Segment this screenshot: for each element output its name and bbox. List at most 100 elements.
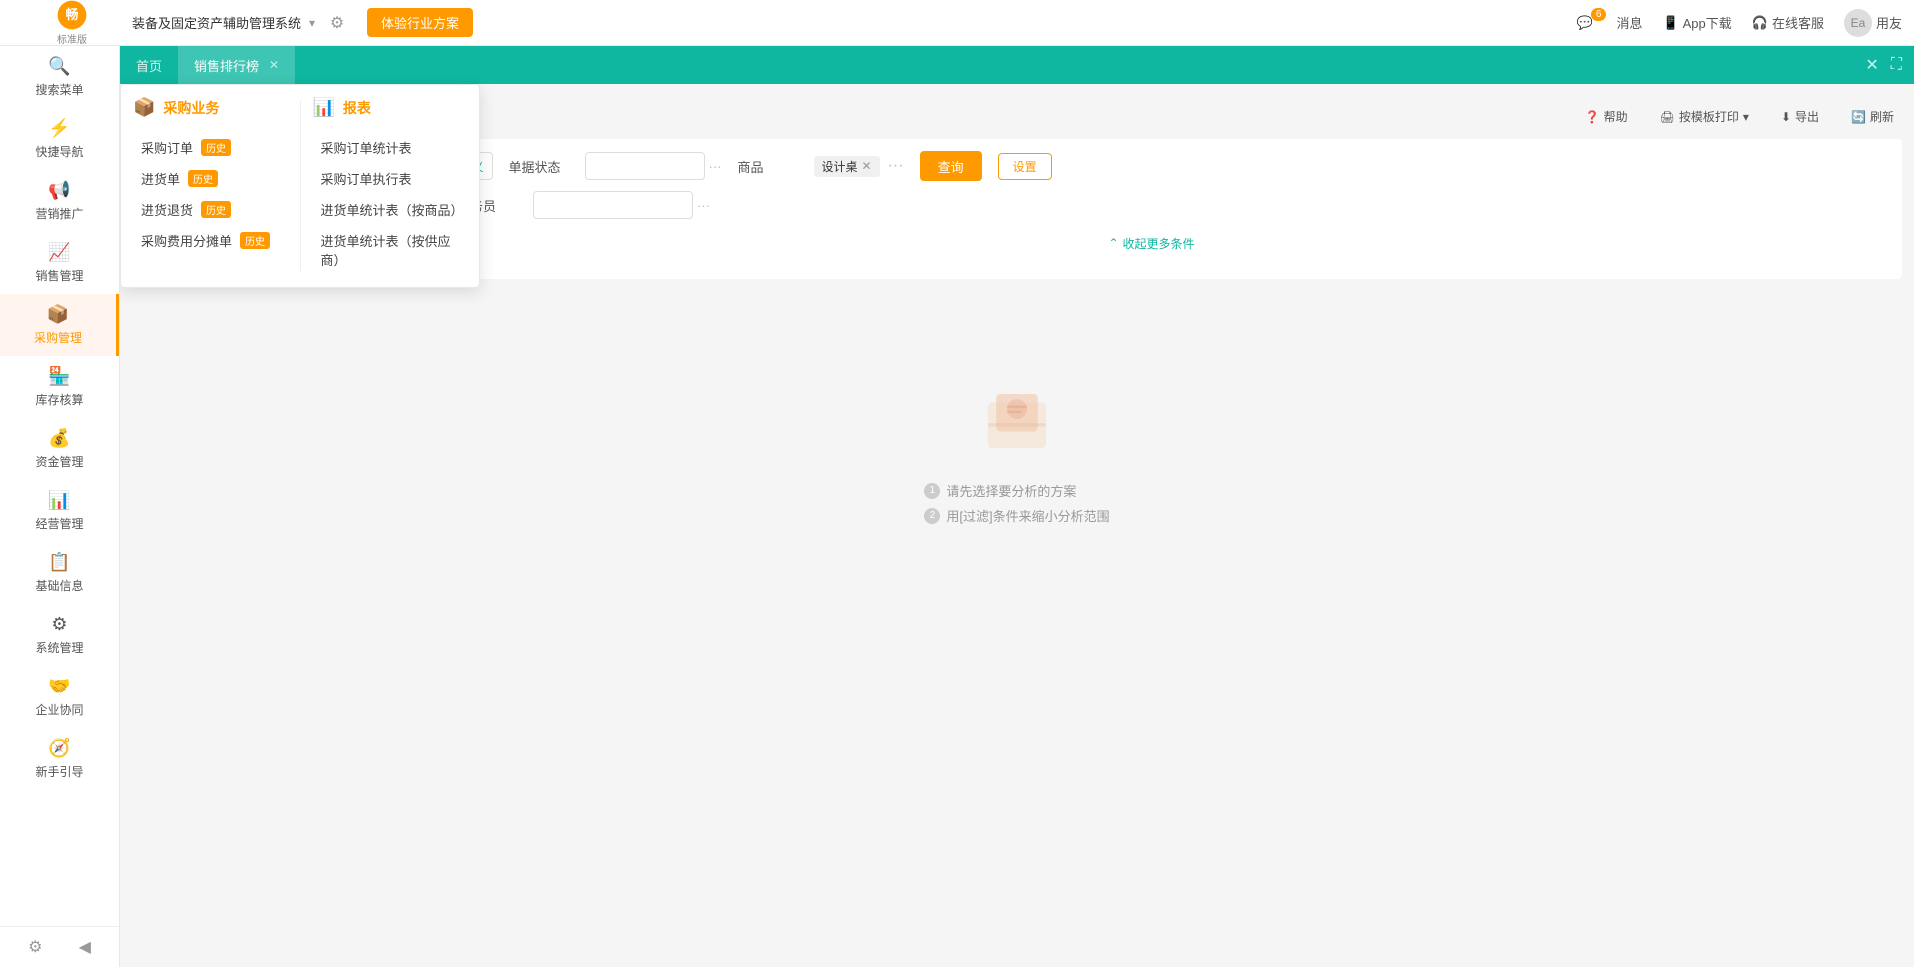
logo-label: 标准版 xyxy=(57,31,87,46)
goods-filter-tag: 设计桌 ✕ xyxy=(814,156,880,177)
settings-bottom-icon[interactable]: ⚙ xyxy=(28,937,42,957)
package-icon: 📦 xyxy=(47,304,69,325)
query-button[interactable]: 查询 xyxy=(920,151,982,181)
history-badge: 历史 xyxy=(201,201,231,218)
phone-icon: 📱 xyxy=(1662,15,1678,31)
online-service-button[interactable]: 🎧 在线客服 xyxy=(1752,13,1824,32)
handshake-icon: 🤝 xyxy=(48,676,70,697)
print-button[interactable]: 🖨 按模板打印 ▾ xyxy=(1652,104,1757,129)
sidebar-item-capital[interactable]: 💰 资金管理 xyxy=(0,418,119,480)
compass-icon: 🧭 xyxy=(48,738,70,759)
sidebar-item-guide[interactable]: 🧭 新手引导 xyxy=(0,728,119,790)
empty-state-icon xyxy=(967,369,1067,469)
message-icon: 💬 xyxy=(1577,15,1593,31)
sidebar-item-label: 搜索菜单 xyxy=(35,81,83,98)
tab-home-label: 首页 xyxy=(136,56,162,75)
dropdown-item-order-execution[interactable]: 采购订单执行表 xyxy=(313,163,468,194)
sidebar-item-label: 资金管理 xyxy=(35,453,83,470)
dropdown-item-label: 采购订单统计表 xyxy=(321,138,412,157)
salesperson-input[interactable] xyxy=(533,191,693,219)
purchase-section-icon: 📦 xyxy=(133,97,155,118)
tab-sales-ranking[interactable]: 销售排行榜 ✕ xyxy=(178,46,295,84)
search-icon: 🔍 xyxy=(48,56,70,77)
export-button[interactable]: ⬇ 导出 xyxy=(1773,104,1827,129)
sidebar-item-label: 快捷导航 xyxy=(35,143,83,160)
chevron-down-icon[interactable]: ▾ xyxy=(309,16,315,30)
print-chevron-icon: ▾ xyxy=(1743,110,1749,124)
purchase-dropdown-menu: 📦 采购业务 采购订单 历史 进货单 历史 进货退货 历史 xyxy=(120,84,480,288)
logo-icon: 畅 xyxy=(56,0,88,31)
gear-icon: ⚙ xyxy=(51,614,67,635)
avatar: Ea xyxy=(1844,9,1872,37)
sidebar-item-enterprise[interactable]: 🤝 企业协同 xyxy=(0,666,119,728)
user-button[interactable]: Ea 用友 xyxy=(1844,9,1902,37)
tab-expand-icon[interactable]: ⛶ xyxy=(1891,56,1902,74)
print-icon: 🖨 xyxy=(1660,110,1675,124)
empty-hint-1: 1 请先选择要分析的方案 xyxy=(924,481,1076,500)
sidebar-item-label: 基础信息 xyxy=(35,577,83,594)
tab-home[interactable]: 首页 xyxy=(120,46,178,84)
svg-text:畅: 畅 xyxy=(66,7,79,22)
goods-filter-wrapper: 设计桌 ✕ ··· xyxy=(814,156,904,177)
dropdown-item-purchase-expense[interactable]: 采购费用分摊单 历史 xyxy=(133,225,288,256)
dropdown-item-label: 进货单统计表（按供应商） xyxy=(321,231,460,269)
sidebar-item-quick-nav[interactable]: ⚡ 快捷导航 xyxy=(0,108,119,170)
goods-filter-label: 商品 xyxy=(738,157,798,176)
empty-hint-2: 2 用[过滤]条件来缩小分析范围 xyxy=(924,506,1109,525)
settings-gear-icon[interactable]: ⚙ xyxy=(323,9,351,37)
sidebar-item-basic-info[interactable]: 📋 基础信息 xyxy=(0,542,119,604)
dropdown-item-receipt-by-goods[interactable]: 进货单统计表（按商品） xyxy=(313,194,468,225)
dropdown-col-purchase: 📦 采购业务 采购订单 历史 进货单 历史 进货退货 历史 xyxy=(121,97,300,275)
dropdown-title-purchase: 📦 采购业务 xyxy=(133,97,288,124)
app-download-button[interactable]: 📱 App下载 xyxy=(1662,13,1731,32)
status-dots: ··· xyxy=(709,159,722,174)
dropdown-item-order-stats[interactable]: 采购订单统计表 xyxy=(313,132,468,163)
dropdown-item-label: 采购费用分摊单 xyxy=(141,231,232,250)
collapse-filter-button[interactable]: ⌃ 收起更多条件 xyxy=(1108,235,1194,252)
sidebar-item-label: 系统管理 xyxy=(35,639,83,656)
sidebar-item-marketing[interactable]: 📢 营销推广 xyxy=(0,170,119,232)
headset-icon: 🎧 xyxy=(1752,15,1768,31)
history-badge: 历史 xyxy=(201,139,231,156)
sidebar-item-search-menu[interactable]: 🔍 搜索菜单 xyxy=(0,46,119,108)
help-icon: ❓ xyxy=(1585,110,1600,124)
hint-num-1: 1 xyxy=(924,483,940,499)
main-layout: 🔍 搜索菜单 ⚡ 快捷导航 📢 营销推广 📈 销售管理 📦 采购管理 🏪 xyxy=(0,46,1914,967)
dropdown-item-label: 进货单统计表（按商品） xyxy=(321,200,460,219)
message-button[interactable]: 💬 6 消息 xyxy=(1577,13,1643,32)
sidebar-item-label: 营销推广 xyxy=(35,205,83,222)
clipboard-icon: 📋 xyxy=(48,552,70,573)
sidebar-nav: 🔍 搜索菜单 ⚡ 快捷导航 📢 营销推广 📈 销售管理 📦 采购管理 🏪 xyxy=(0,46,119,926)
dropdown-col-reports: 📊 报表 采购订单统计表 采购订单执行表 进货单统计表（按商品） 进货单统计表（… xyxy=(301,97,480,275)
help-button[interactable]: ❓ 帮助 xyxy=(1577,104,1636,129)
status-select[interactable] xyxy=(585,152,705,180)
tab-close-icon[interactable]: ✕ xyxy=(269,58,279,72)
dropdown-item-receipt-by-supplier[interactable]: 进货单统计表（按供应商） xyxy=(313,225,468,275)
system-title-area: 装备及固定资产辅助管理系统 ▾ ⚙ 体验行业方案 xyxy=(132,8,1577,37)
sidebar-item-inventory[interactable]: 🏪 库存核算 xyxy=(0,356,119,418)
message-label: 消息 xyxy=(1616,13,1642,32)
history-badge: 历史 xyxy=(240,232,270,249)
sidebar-item-purchase[interactable]: 📦 采购管理 xyxy=(0,294,119,356)
collapse-sidebar-icon[interactable]: ◀ xyxy=(79,937,91,957)
industry-button[interactable]: 体验行业方案 xyxy=(367,8,473,37)
dropdown-item-label: 采购订单执行表 xyxy=(321,169,412,188)
sidebar-item-label: 库存核算 xyxy=(35,391,83,408)
dropdown-item-goods-receipt[interactable]: 进货单 历史 xyxy=(133,163,288,194)
sidebar-item-sales[interactable]: 📈 销售管理 xyxy=(0,232,119,294)
goods-tag-close-icon[interactable]: ✕ xyxy=(862,159,872,173)
dropdown-title-reports: 📊 报表 xyxy=(313,97,468,124)
chevron-up-icon: ⌃ xyxy=(1108,236,1118,250)
sidebar-item-system[interactable]: ⚙ 系统管理 xyxy=(0,604,119,666)
refresh-button[interactable]: 🔄 刷新 xyxy=(1843,104,1902,129)
header-right: 💬 6 消息 📱 App下载 🎧 在线客服 Ea 用友 xyxy=(1577,9,1902,37)
sidebar-item-operations[interactable]: 📊 经营管理 xyxy=(0,480,119,542)
tab-close-all-icon[interactable]: ✕ xyxy=(1865,55,1878,75)
dropdown-item-purchase-order[interactable]: 采购订单 历史 xyxy=(133,132,288,163)
settings-button[interactable]: 设置 xyxy=(998,153,1052,180)
sidebar: 🔍 搜索菜单 ⚡ 快捷导航 📢 营销推广 📈 销售管理 📦 采购管理 🏪 xyxy=(0,46,120,967)
hint-num-2: 2 xyxy=(924,508,940,524)
tab-bar-wrapper: 首页 销售排行榜 ✕ ✕ ⛶ 📦 采购业务 xyxy=(120,46,1914,84)
dropdown-item-goods-return[interactable]: 进货退货 历史 xyxy=(133,194,288,225)
status-select-wrapper: ··· xyxy=(585,152,722,180)
